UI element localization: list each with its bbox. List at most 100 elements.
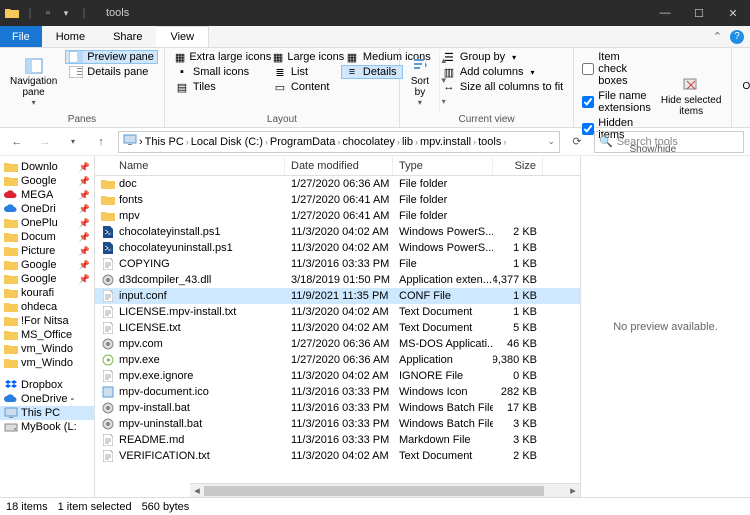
file-extensions-toggle[interactable]: File name extensions bbox=[580, 89, 653, 115]
tree-node[interactable]: MEGA📌 bbox=[0, 188, 94, 202]
qa-props-icon[interactable]: ▫ bbox=[40, 5, 56, 21]
options-button[interactable]: Options ▾ bbox=[738, 50, 750, 112]
file-tab[interactable]: File bbox=[0, 26, 42, 47]
hide-selected-button[interactable]: Hide selected items bbox=[657, 50, 726, 142]
recent-dropdown[interactable]: ▾ bbox=[62, 131, 84, 153]
tree-node[interactable]: kourafi bbox=[0, 286, 94, 300]
file-icon bbox=[101, 321, 115, 335]
file-list[interactable]: doc1/27/2020 06:36 AMFile folderfonts1/2… bbox=[95, 176, 580, 483]
tree-node[interactable]: vm_Windo bbox=[0, 342, 94, 356]
up-button[interactable]: ↑ bbox=[90, 131, 112, 153]
file-row[interactable]: LICENSE.txt11/3/2020 04:02 AMText Docume… bbox=[95, 320, 580, 336]
scroll-right-icon[interactable]: ▸ bbox=[566, 484, 580, 497]
file-row[interactable]: chocolateyuninstall.ps111/3/2020 04:02 A… bbox=[95, 240, 580, 256]
preview-pane-icon bbox=[69, 51, 83, 63]
content-button[interactable]: ▭Content bbox=[269, 80, 339, 94]
crumb-6[interactable]: tools › bbox=[478, 136, 506, 148]
file-row[interactable]: input.conf11/9/2021 11:35 PMCONF File1 K… bbox=[95, 288, 580, 304]
col-date[interactable]: Date modified bbox=[285, 156, 393, 175]
minimize-button[interactable]: — bbox=[648, 0, 682, 26]
sm-icons-button[interactable]: ▪Small icons bbox=[171, 65, 267, 79]
menu-tabs: File Home Share View ⌃ ? bbox=[0, 26, 750, 48]
item-checkboxes-toggle[interactable]: Item check boxes bbox=[580, 50, 653, 88]
chevron-right-icon: › bbox=[186, 137, 189, 147]
folder-icon bbox=[4, 343, 18, 355]
details-view-button[interactable]: ≡Details bbox=[341, 65, 403, 79]
tree-node[interactable]: Dropbox bbox=[0, 378, 94, 392]
refresh-button[interactable]: ⟳ bbox=[566, 131, 588, 153]
forward-button[interactable]: → bbox=[34, 131, 56, 153]
address-dropdown-icon[interactable]: ⌄ bbox=[547, 136, 555, 147]
nav-tree[interactable]: Downlo📌Google📌MEGA📌OneDri📌OnePlu📌Docum📌P… bbox=[0, 156, 95, 497]
tree-node[interactable]: MyBook (L: bbox=[0, 420, 94, 434]
tree-node[interactable]: !For Nitsa bbox=[0, 314, 94, 328]
tree-node[interactable]: Downlo📌 bbox=[0, 160, 94, 174]
tree-node[interactable]: vm_Windo bbox=[0, 356, 94, 370]
tree-node[interactable]: OneDri📌 bbox=[0, 202, 94, 216]
file-row[interactable]: fonts1/27/2020 06:41 AMFile folder bbox=[95, 192, 580, 208]
file-row[interactable]: chocolateyinstall.ps111/3/2020 04:02 AMW… bbox=[95, 224, 580, 240]
home-tab[interactable]: Home bbox=[42, 26, 99, 47]
tree-node[interactable]: Google📌 bbox=[0, 174, 94, 188]
view-tab[interactable]: View bbox=[156, 26, 209, 47]
back-button[interactable]: ← bbox=[6, 131, 28, 153]
preview-pane-button[interactable]: Preview pane bbox=[65, 50, 158, 64]
add-columns-button[interactable]: ▥Add columns▾ bbox=[438, 65, 567, 79]
col-size[interactable]: Size bbox=[493, 156, 543, 175]
tree-node[interactable]: MS_Office bbox=[0, 328, 94, 342]
tree-node[interactable]: This PC bbox=[0, 406, 94, 420]
size-columns-button[interactable]: ↔Size all columns to fit bbox=[438, 80, 567, 94]
tree-node[interactable]: OneDrive - bbox=[0, 392, 94, 406]
file-row[interactable]: COPYING11/3/2016 03:33 PMFile1 KB bbox=[95, 256, 580, 272]
file-row[interactable]: doc1/27/2020 06:36 AMFile folder bbox=[95, 176, 580, 192]
col-name[interactable]: Name bbox=[95, 156, 285, 175]
tiles-icon: ▤ bbox=[175, 81, 189, 93]
close-button[interactable]: ✕ bbox=[716, 0, 750, 26]
file-row[interactable]: mpv-uninstall.bat11/3/2016 03:33 PMWindo… bbox=[95, 416, 580, 432]
col-type[interactable]: Type bbox=[393, 156, 493, 175]
list-button[interactable]: ≣List bbox=[269, 65, 339, 79]
sort-by-button[interactable]: Sort by ▾ bbox=[406, 50, 434, 112]
crumb-3[interactable]: chocolatey › bbox=[342, 136, 400, 148]
file-row[interactable]: VERIFICATION.txt11/3/2020 04:02 AMText D… bbox=[95, 448, 580, 464]
tree-node[interactable]: OnePlu📌 bbox=[0, 216, 94, 230]
help-icon[interactable]: ? bbox=[730, 30, 744, 44]
file-row[interactable]: LICENSE.mpv-install.txt11/3/2020 04:02 A… bbox=[95, 304, 580, 320]
file-row[interactable]: mpv-install.bat11/3/2016 03:33 PMWindows… bbox=[95, 400, 580, 416]
details-pane-button[interactable]: Details pane bbox=[65, 65, 158, 79]
crumb-5[interactable]: mpv.install › bbox=[420, 136, 476, 148]
group-by-button[interactable]: ☰Group by▾ bbox=[438, 50, 567, 64]
maximize-button[interactable]: ☐ bbox=[682, 0, 716, 26]
scroll-left-icon[interactable]: ◂ bbox=[190, 484, 204, 497]
file-row[interactable]: mpv.exe.ignore11/3/2020 04:02 AMIGNORE F… bbox=[95, 368, 580, 384]
breadcrumb[interactable]: › This PC › Local Disk (C:) › ProgramDat… bbox=[118, 131, 560, 153]
file-row[interactable]: mpv.exe1/27/2020 06:36 AMApplication59,3… bbox=[95, 352, 580, 368]
tiles-button[interactable]: ▤Tiles bbox=[171, 80, 267, 94]
horizontal-scrollbar[interactable]: ◂ ▸ bbox=[190, 483, 580, 497]
tree-node[interactable]: Picture📌 bbox=[0, 244, 94, 258]
crumb-4[interactable]: lib › bbox=[402, 136, 418, 148]
scroll-thumb[interactable] bbox=[204, 486, 544, 496]
file-row[interactable]: mpv-document.ico11/3/2016 03:33 PMWindow… bbox=[95, 384, 580, 400]
file-icon bbox=[101, 257, 115, 271]
tree-node[interactable]: ohdeca bbox=[0, 300, 94, 314]
xl-icons-button[interactable]: ▦Extra large icons bbox=[171, 50, 267, 64]
tree-node[interactable]: Google📌 bbox=[0, 272, 94, 286]
tree-node[interactable]: Google📌 bbox=[0, 258, 94, 272]
search-input[interactable]: 🔍 Search tools bbox=[594, 131, 744, 153]
column-headers[interactable]: Name Date modified Type Size bbox=[95, 156, 580, 176]
collapse-ribbon-icon[interactable]: ⌃ bbox=[713, 30, 730, 43]
file-row[interactable]: mpv1/27/2020 06:41 AMFile folder bbox=[95, 208, 580, 224]
qa-dropdown-icon[interactable]: ▾ bbox=[58, 5, 74, 21]
lg-icons-button[interactable]: ▦Large icons bbox=[269, 50, 339, 64]
file-row[interactable]: mpv.com1/27/2020 06:36 AMMS-DOS Applicat… bbox=[95, 336, 580, 352]
file-row[interactable]: README.md11/3/2016 03:33 PMMarkdown File… bbox=[95, 432, 580, 448]
crumb-1[interactable]: Local Disk (C:) › bbox=[191, 136, 268, 148]
file-row[interactable]: d3dcompiler_43.dll3/18/2019 01:50 PMAppl… bbox=[95, 272, 580, 288]
navigation-pane-button[interactable]: Navigation pane ▾ bbox=[6, 50, 61, 112]
crumb-2[interactable]: ProgramData › bbox=[270, 136, 340, 148]
tree-node[interactable]: Docum📌 bbox=[0, 230, 94, 244]
crumb-0[interactable]: This PC › bbox=[145, 136, 189, 148]
share-tab[interactable]: Share bbox=[99, 26, 156, 47]
cloud-blue-icon bbox=[4, 203, 18, 215]
